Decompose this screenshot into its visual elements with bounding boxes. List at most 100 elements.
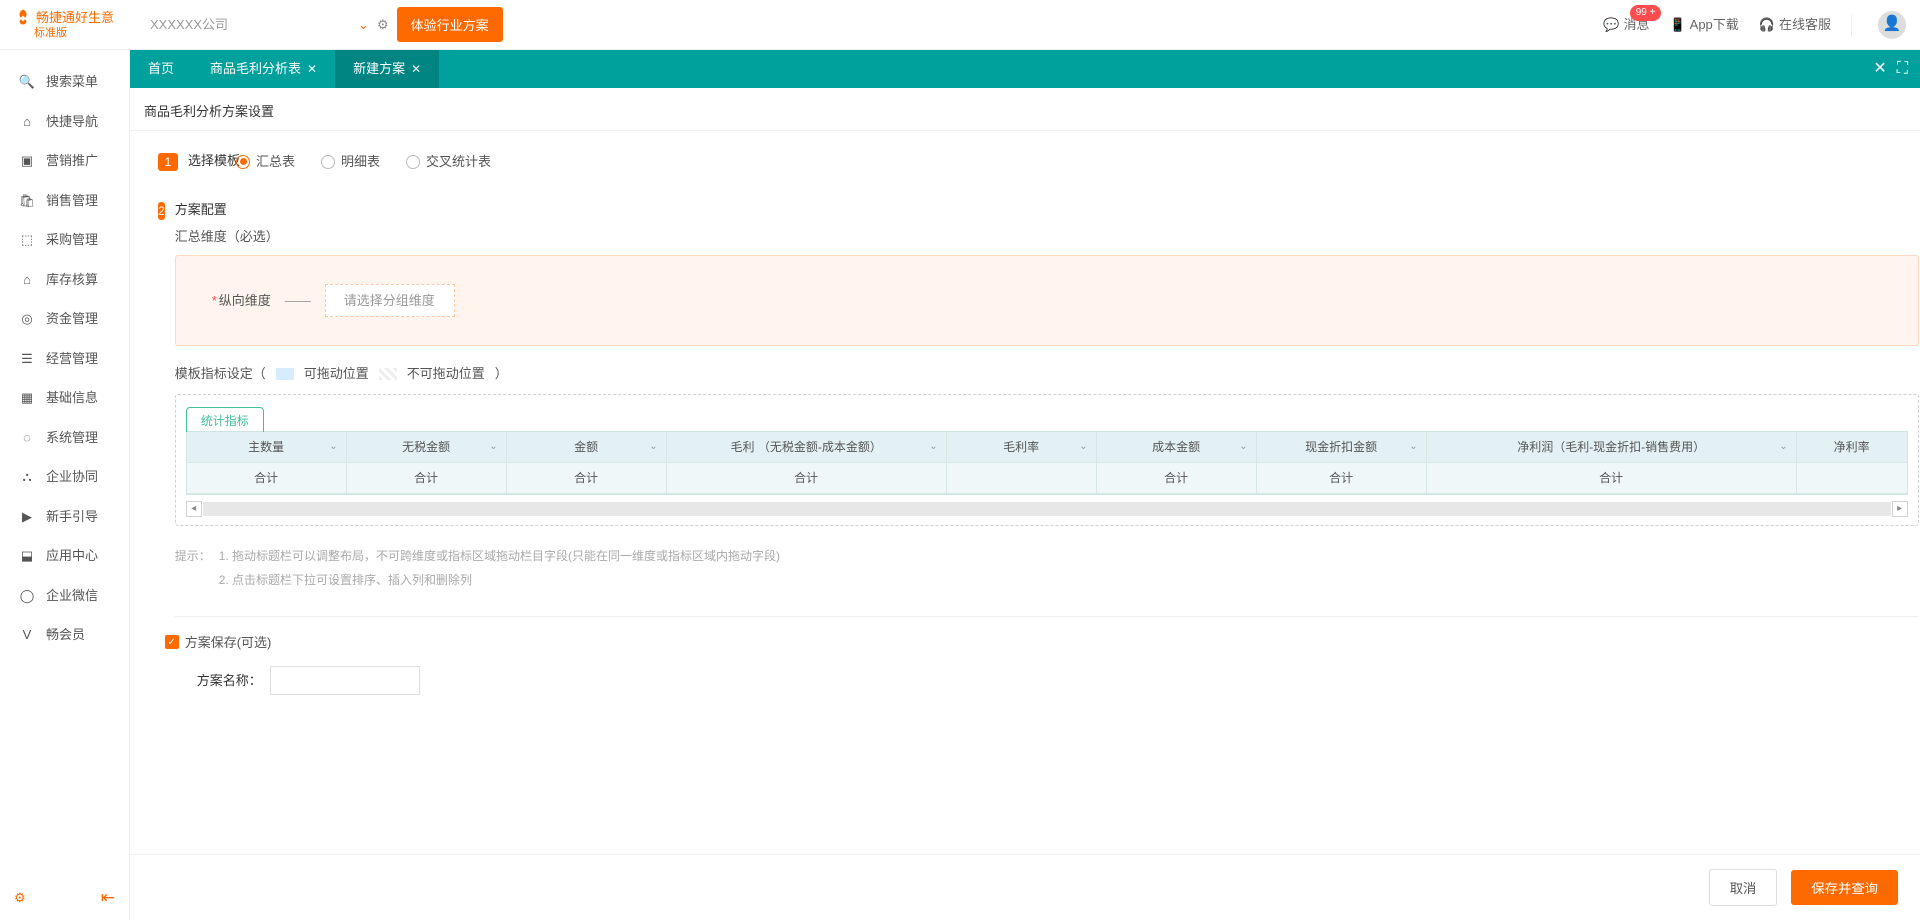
sidebar-item-appcenter[interactable]: ⬓应用中心 (0, 536, 129, 576)
draggable-swatch (276, 368, 294, 380)
sum-cell (1797, 463, 1907, 494)
close-icon[interactable]: ✕ (411, 60, 421, 78)
indicator-grid: 主数量⌄ 无税金额⌄ 金额⌄ 毛利 （无税金额-成本金额）⌄ 毛利率⌄ 成本金额… (186, 431, 1908, 495)
sidebar-collapse-icon[interactable]: ⇤ (101, 885, 115, 911)
sum-cell: 合计 (187, 463, 347, 494)
sidebar: 🔍搜索菜单 ⌂快捷导航 ▣营销推广 🛍销售管理 ⬚采购管理 ⌂库存核算 ◎资金管… (0, 50, 130, 920)
tabs-bar: 首页 商品毛利分析表✕ 新建方案✕ ✕ ⛶ (130, 50, 1920, 88)
tab-home[interactable]: 首页 (130, 50, 192, 88)
headset-icon: 🎧 (1759, 15, 1775, 35)
sum-cell: 合计 (347, 463, 507, 494)
bag-icon: ⬚ (18, 231, 36, 249)
stat-tab[interactable]: 统计指标 (186, 407, 264, 432)
sidebar-item-sales[interactable]: 🛍销售管理 (0, 181, 129, 221)
chevron-down-icon[interactable]: ⌄ (489, 439, 497, 454)
sidebar-settings-icon[interactable]: ⚙ (14, 888, 26, 908)
coin-icon: ◎ (18, 310, 36, 328)
app-download-button[interactable]: 📱 App下载 (1669, 15, 1738, 35)
sum-cell: 合计 (1427, 463, 1797, 494)
dimension-select[interactable]: 请选择分组维度 (325, 284, 455, 318)
col-gross[interactable]: 毛利 （无税金额-成本金额）⌄ (667, 432, 947, 463)
sidebar-item-search[interactable]: 🔍搜索菜单 (0, 62, 129, 102)
radio-cross[interactable]: 交叉统计表 (406, 152, 491, 172)
chevron-down-icon: ⌄ (358, 15, 369, 35)
sidebar-item-inventory[interactable]: ⌂库存核算 (0, 260, 129, 300)
company-select[interactable]: XXXXXX公司 ⌄ (150, 15, 369, 35)
radio-summary[interactable]: 汇总表 (236, 152, 295, 172)
chevron-down-icon[interactable]: ⌄ (649, 439, 657, 454)
hint-text: 提示：1. 拖动标题栏可以调整布局，不可跨维度或指标区域拖动栏目字段(只能在同一… (175, 544, 1919, 592)
app-icon: ⬓ (18, 547, 36, 565)
template-area: 统计指标 主数量⌄ 无税金额⌄ 金额⌄ 毛利 （无税金额-成本金额）⌄ 毛利率⌄… (175, 394, 1919, 526)
topbar: 畅捷通好生意 标准版 XXXXXX公司 ⌄ ⚙ 体验行业方案 💬 消息 99 +… (0, 0, 1920, 50)
col-cashdisc[interactable]: 现金折扣金额⌄ (1257, 432, 1427, 463)
notifications-badge: 99 + (1630, 5, 1662, 21)
plan-name-input[interactable] (270, 666, 420, 695)
company-name: XXXXXX公司 (150, 15, 228, 35)
company-gear-icon[interactable]: ⚙ (377, 15, 389, 35)
col-amount[interactable]: 金额⌄ (507, 432, 667, 463)
sidebar-item-guide[interactable]: ▶新手引导 (0, 497, 129, 537)
sidebar-item-wechat[interactable]: ◯企业微信 (0, 576, 129, 616)
dim-header: 汇总维度（必选） (175, 227, 1919, 247)
tab-new-plan[interactable]: 新建方案✕ (335, 50, 439, 88)
sidebar-item-purchase[interactable]: ⬚采购管理 (0, 220, 129, 260)
cog-icon: ◌ (18, 428, 36, 446)
chevron-down-icon[interactable]: ⌄ (329, 439, 337, 454)
chevron-down-icon[interactable]: ⌄ (1409, 439, 1417, 454)
col-netrate[interactable]: 净利率 (1797, 432, 1907, 463)
cart-icon: 🛍 (18, 191, 36, 209)
logo-subtext: 标准版 (14, 25, 67, 42)
sum-cell: 合计 (667, 463, 947, 494)
avatar[interactable]: 👤 (1878, 11, 1906, 39)
team-icon: ⛬ (18, 468, 36, 486)
close-all-icon[interactable]: ✕ (1873, 57, 1886, 81)
save-plan-checkbox[interactable]: ✓ 方案保存(可选) (165, 633, 1919, 653)
sidebar-item-operations[interactable]: ☰经营管理 (0, 339, 129, 379)
sidebar-item-basic[interactable]: ▦基础信息 (0, 378, 129, 418)
horizontal-scrollbar[interactable]: ◂ ▸ (186, 501, 1908, 517)
plan-name-label: 方案名称： (197, 671, 262, 691)
close-icon[interactable]: ✕ (307, 60, 317, 78)
chevron-down-icon[interactable]: ⌄ (929, 439, 937, 454)
sidebar-item-member[interactable]: V畅会员 (0, 615, 129, 655)
footer-actions: 取消 保存并查询 (130, 854, 1920, 920)
cancel-button[interactable]: 取消 (1709, 869, 1778, 906)
col-grossrate[interactable]: 毛利率⌄ (947, 432, 1097, 463)
sidebar-item-funds[interactable]: ◎资金管理 (0, 299, 129, 339)
step1-badge: 1 (158, 153, 178, 171)
trial-plan-button[interactable]: 体验行业方案 (397, 7, 503, 42)
chevron-down-icon[interactable]: ⌄ (1779, 439, 1787, 454)
dimension-dropzone: *纵向维度 —— 请选择分组维度 (175, 255, 1919, 347)
col-untaxed[interactable]: 无税金额⌄ (347, 432, 507, 463)
page-title: 商品毛利分析方案设置 (130, 88, 1920, 131)
col-qty[interactable]: 主数量⌄ (187, 432, 347, 463)
vip-icon: V (18, 626, 36, 644)
sum-cell (947, 463, 1097, 494)
sum-cell: 合计 (1257, 463, 1427, 494)
sidebar-item-collab[interactable]: ⛬企业协同 (0, 457, 129, 497)
bell-icon: 💬 (1603, 15, 1619, 35)
online-service-button[interactable]: 🎧 在线客服 (1759, 15, 1831, 35)
app-logo: 畅捷通好生意 标准版 (14, 8, 130, 42)
data-icon: ▦ (18, 389, 36, 407)
divider (1851, 14, 1852, 36)
chevron-down-icon[interactable]: ⌄ (1239, 439, 1247, 454)
notifications-button[interactable]: 💬 消息 99 + (1603, 15, 1649, 35)
sidebar-item-marketing[interactable]: ▣营销推广 (0, 141, 129, 181)
sidebar-item-quicknav[interactable]: ⌂快捷导航 (0, 102, 129, 142)
help-icon: ▶ (18, 507, 36, 525)
scroll-right-icon[interactable]: ▸ (1892, 501, 1908, 517)
col-cost[interactable]: 成本金额⌄ (1097, 432, 1257, 463)
home-icon: ⌂ (18, 112, 36, 130)
radio-detail[interactable]: 明细表 (321, 152, 380, 172)
tab-gross-profit[interactable]: 商品毛利分析表✕ (192, 50, 335, 88)
box-icon: ⌂ (18, 270, 36, 288)
col-netprofit[interactable]: 净利润（毛利-现金折扣-销售费用）⌄ (1427, 432, 1797, 463)
sum-cell: 合计 (507, 463, 667, 494)
chevron-down-icon[interactable]: ⌄ (1079, 439, 1087, 454)
save-and-query-button[interactable]: 保存并查询 (1791, 870, 1898, 905)
fullscreen-icon[interactable]: ⛶ (1897, 57, 1908, 81)
scroll-left-icon[interactable]: ◂ (186, 501, 202, 517)
sidebar-item-system[interactable]: ◌系统管理 (0, 418, 129, 458)
